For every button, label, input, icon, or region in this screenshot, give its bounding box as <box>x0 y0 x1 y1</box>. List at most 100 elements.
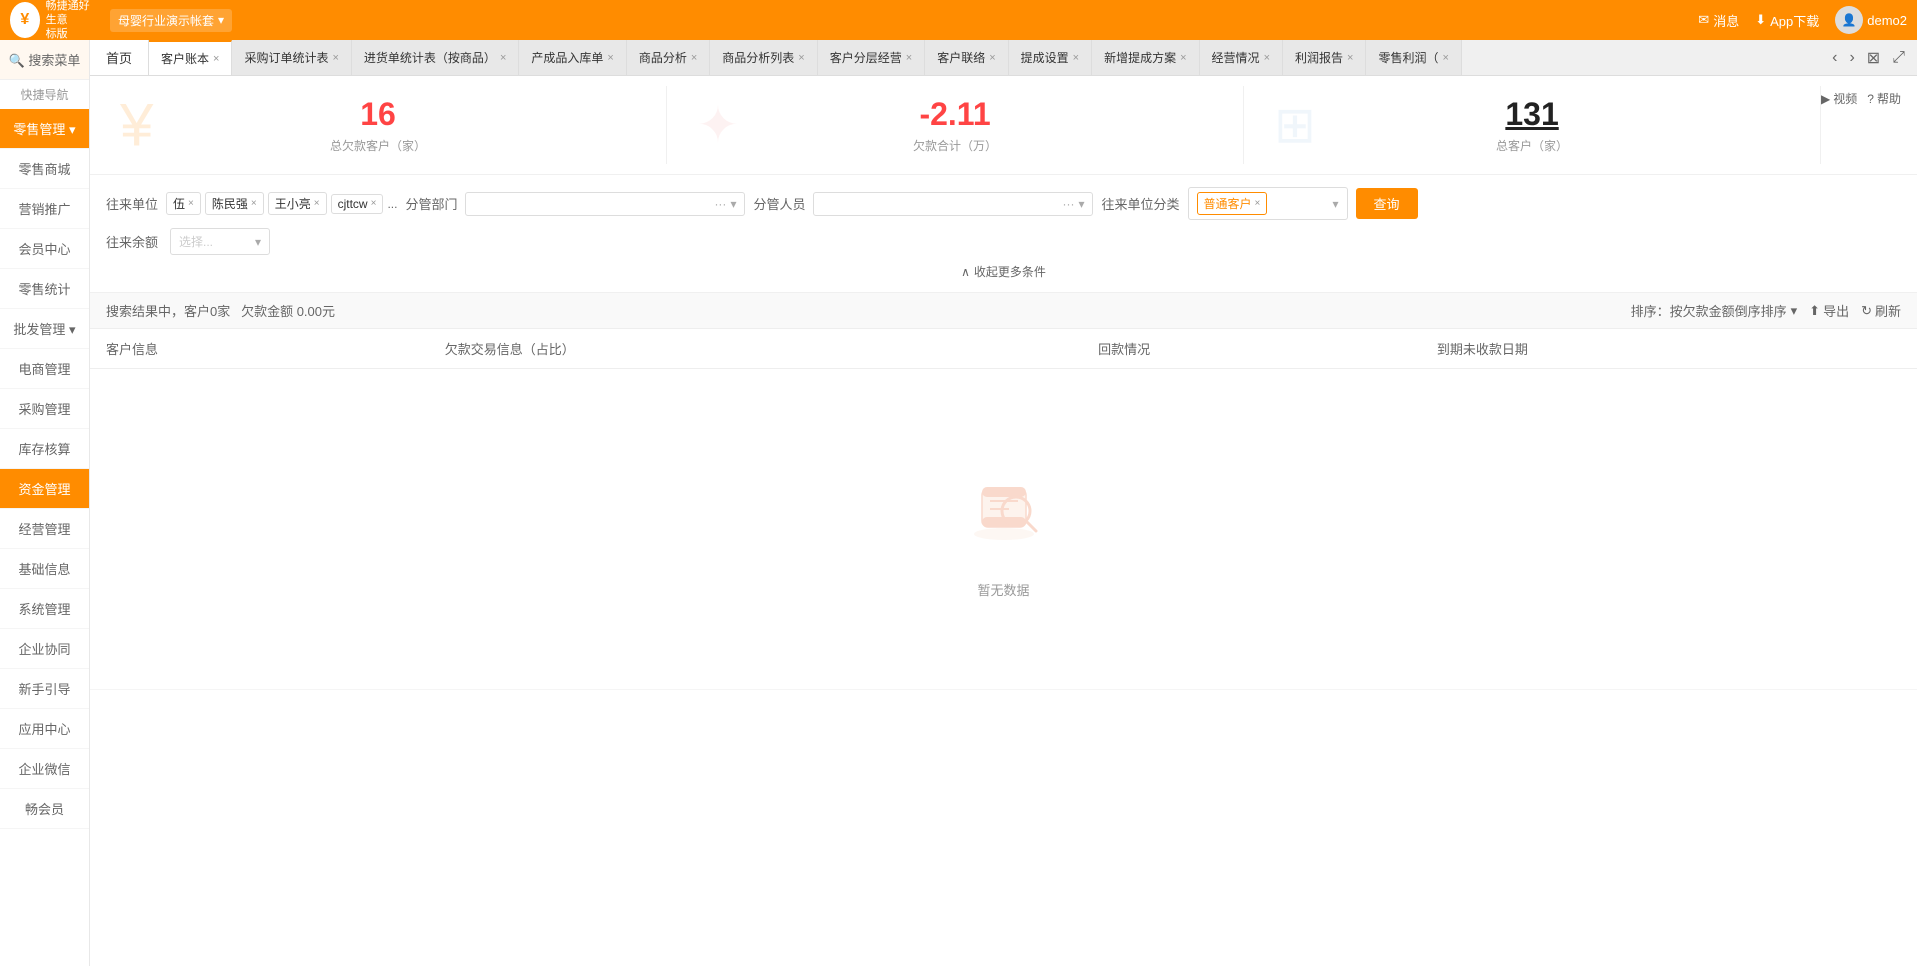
video-btn[interactable]: ▶ 视频 <box>1821 90 1857 107</box>
collapse-icon: ∧ <box>961 265 970 279</box>
sidebar-item-newbie[interactable]: 新手引导 <box>0 669 89 709</box>
tab-close-profit-report[interactable]: × <box>1347 52 1353 64</box>
tab-close-purchase-stats-by-product[interactable]: × <box>500 52 506 64</box>
filter-tag-unit-class[interactable]: 普通客户 × <box>1197 192 1268 215</box>
tab-home[interactable]: 首页 <box>90 40 149 76</box>
remove-unit-class[interactable]: × <box>1255 198 1261 209</box>
tab-add-commission-plan[interactable]: 新增提成方案 × <box>1092 40 1199 76</box>
tab-close-product-analysis[interactable]: × <box>691 52 697 64</box>
tab-customer-ledger[interactable]: 客户账本 × <box>149 40 232 76</box>
download-btn[interactable]: ⬇ App下载 <box>1755 11 1819 30</box>
table-body: 暂无数据 <box>90 369 1917 690</box>
remove-tag-cjttcw[interactable]: × <box>371 198 377 209</box>
sidebar-item-operations[interactable]: 经营管理 <box>0 509 89 549</box>
tab-retail-profit[interactable]: 零售利润（ × <box>1366 40 1461 76</box>
filter-tag-wang[interactable]: 王小亮 × <box>268 192 327 215</box>
filter-person-more: ··· <box>1062 197 1074 211</box>
tab-commission-settings[interactable]: 提成设置 × <box>1009 40 1092 76</box>
logo-icon: ¥ <box>10 2 40 38</box>
sidebar-item-enterprise[interactable]: 企业协同 <box>0 629 89 669</box>
remove-tag-chen[interactable]: × <box>251 198 257 209</box>
sort-select[interactable]: 排序：按欠款金额倒序排序 ▾ <box>1631 301 1798 320</box>
sidebar-item-base-info[interactable]: 基础信息 <box>0 549 89 589</box>
filter-unit-class-select[interactable]: 普通客户 × ▾ <box>1188 187 1348 220</box>
tab-nav-right[interactable]: › <box>1845 47 1858 69</box>
tab-close-product-warehousing[interactable]: × <box>607 52 613 64</box>
video-icon: ▶ <box>1821 92 1830 106</box>
filter-person-select[interactable]: ··· ▾ <box>813 192 1093 216</box>
sidebar: 🔍 搜索菜单 快捷导航 零售管理 ▾ 零售商城 营销推广 会员中心 零售统计 批… <box>0 40 90 966</box>
sidebar-item-ecommerce[interactable]: 电商管理 <box>0 349 89 389</box>
search-button[interactable]: 查询 <box>1356 188 1418 219</box>
help-btn[interactable]: ? 帮助 <box>1867 90 1901 107</box>
sidebar-item-app-center[interactable]: 应用中心 <box>0 709 89 749</box>
tab-profit-report[interactable]: 利润报告 × <box>1283 40 1366 76</box>
sidebar-item-marketing[interactable]: 营销推广 <box>0 189 89 229</box>
tab-close-product-analysis-list[interactable]: × <box>798 52 804 64</box>
filter-dept-select[interactable]: ··· ▾ <box>465 192 745 216</box>
search-menu[interactable]: 🔍 搜索菜单 <box>0 40 89 80</box>
chevron-down-sort: ▾ <box>1791 303 1798 319</box>
tab-close-purchase-order-stats[interactable]: × <box>332 52 338 64</box>
sidebar-item-member-center[interactable]: 会员中心 <box>0 229 89 269</box>
stat-debt-customers: ¥ 16 总欠款客户（家） <box>90 86 667 164</box>
account-dropdown[interactable]: 母婴行业演示帐套 ▾ <box>110 9 232 32</box>
filter-remainder-select[interactable]: 选择... ▾ <box>170 228 270 255</box>
sidebar-item-retail-stats[interactable]: 零售统计 <box>0 269 89 309</box>
tab-close-add-commission-plan[interactable]: × <box>1180 52 1186 64</box>
remove-tag-wang[interactable]: × <box>314 198 320 209</box>
stat-icon-yen: ¥ <box>120 91 153 160</box>
message-btn[interactable]: ✉ 消息 <box>1698 11 1739 30</box>
sidebar-item-enterprise-wechat[interactable]: 企业微信 <box>0 749 89 789</box>
sidebar-item-system[interactable]: 系统管理 <box>0 589 89 629</box>
filter-more-tags[interactable]: ... <box>387 197 397 211</box>
sidebar-item-retail-mall[interactable]: 零售商城 <box>0 149 89 189</box>
tab-product-analysis-list[interactable]: 商品分析列表 × <box>710 40 817 76</box>
stat-label-total-customers: 总客户（家） <box>1496 137 1568 154</box>
filter-tag-chen[interactable]: 陈民强 × <box>205 192 264 215</box>
tab-close-business-status[interactable]: × <box>1264 52 1270 64</box>
top-bar-right: ✉ 消息 ⬇ App下载 👤 demo2 <box>1698 6 1907 34</box>
filter-tag-wu[interactable]: 伍 × <box>166 192 201 215</box>
stat-total-customers: ⊞ 131 总客户（家） <box>1244 86 1821 164</box>
collapse-btn[interactable]: ∧ 收起更多条件 <box>106 263 1901 280</box>
remove-tag-wu[interactable]: × <box>188 198 194 209</box>
tab-nav-expand[interactable]: ⊠ <box>1863 46 1884 70</box>
tab-customer-contact[interactable]: 客户联络 × <box>925 40 1008 76</box>
sidebar-item-finance[interactable]: 资金管理 <box>0 469 89 509</box>
tab-close-customer-contact[interactable]: × <box>989 52 995 64</box>
tab-purchase-order-stats[interactable]: 采购订单统计表 × <box>232 40 351 76</box>
tab-purchase-stats-by-product[interactable]: 进货单统计表（按商品） × <box>352 40 519 76</box>
sidebar-item-inventory[interactable]: 库存核算 <box>0 429 89 469</box>
tab-close-customer-ledger[interactable]: × <box>213 53 219 65</box>
tab-close-customer-tiering[interactable]: × <box>906 52 912 64</box>
refresh-btn[interactable]: ↻ 刷新 <box>1861 301 1901 320</box>
filter-unit-label: 往来单位 <box>106 194 158 213</box>
tab-customer-tiering[interactable]: 客户分层经营 × <box>818 40 925 76</box>
tab-business-status[interactable]: 经营情况 × <box>1200 40 1283 76</box>
tab-bar: 首页 客户账本 × 采购订单统计表 × 进货单统计表（按商品） × 产成品入库单… <box>90 40 1917 76</box>
sidebar-item-purchase[interactable]: 采购管理 <box>0 389 89 429</box>
export-btn[interactable]: ⬆ 导出 <box>1809 301 1849 320</box>
tab-nav-fullscreen[interactable]: ⤢ <box>1888 47 1909 69</box>
tab-close-retail-profit[interactable]: × <box>1442 52 1448 64</box>
logo-text: 畅捷通好生意 标版 <box>46 0 100 41</box>
tab-product-warehousing[interactable]: 产成品入库单 × <box>519 40 626 76</box>
tab-nav-left[interactable]: ‹ <box>1828 47 1841 69</box>
chevron-down-icon: ▾ <box>218 13 224 27</box>
filter-tag-cjttcw[interactable]: cjttcw × <box>331 194 384 214</box>
stat-value-total-customers: 131 <box>1505 96 1558 133</box>
quick-nav[interactable]: 快捷导航 <box>0 80 89 109</box>
sidebar-item-chang-member[interactable]: 畅会员 <box>0 789 89 829</box>
download-icon: ⬇ <box>1755 12 1766 28</box>
sidebar-item-retail[interactable]: 零售管理 ▾ <box>0 109 89 149</box>
chevron-down-unit-class: ▾ <box>1332 197 1338 211</box>
chevron-down-remainder: ▾ <box>255 235 261 249</box>
sidebar-item-wholesale[interactable]: 批发管理 ▾ <box>0 309 89 349</box>
user-avatar[interactable]: 👤 demo2 <box>1835 6 1907 34</box>
logo: ¥ 畅捷通好生意 标版 <box>10 0 100 41</box>
chevron-down-person: ▾ <box>1078 197 1084 211</box>
tab-close-commission-settings[interactable]: × <box>1073 52 1079 64</box>
tab-product-analysis[interactable]: 商品分析 × <box>627 40 710 76</box>
result-actions: 排序：按欠款金额倒序排序 ▾ ⬆ 导出 ↻ 刷新 <box>1631 301 1901 320</box>
